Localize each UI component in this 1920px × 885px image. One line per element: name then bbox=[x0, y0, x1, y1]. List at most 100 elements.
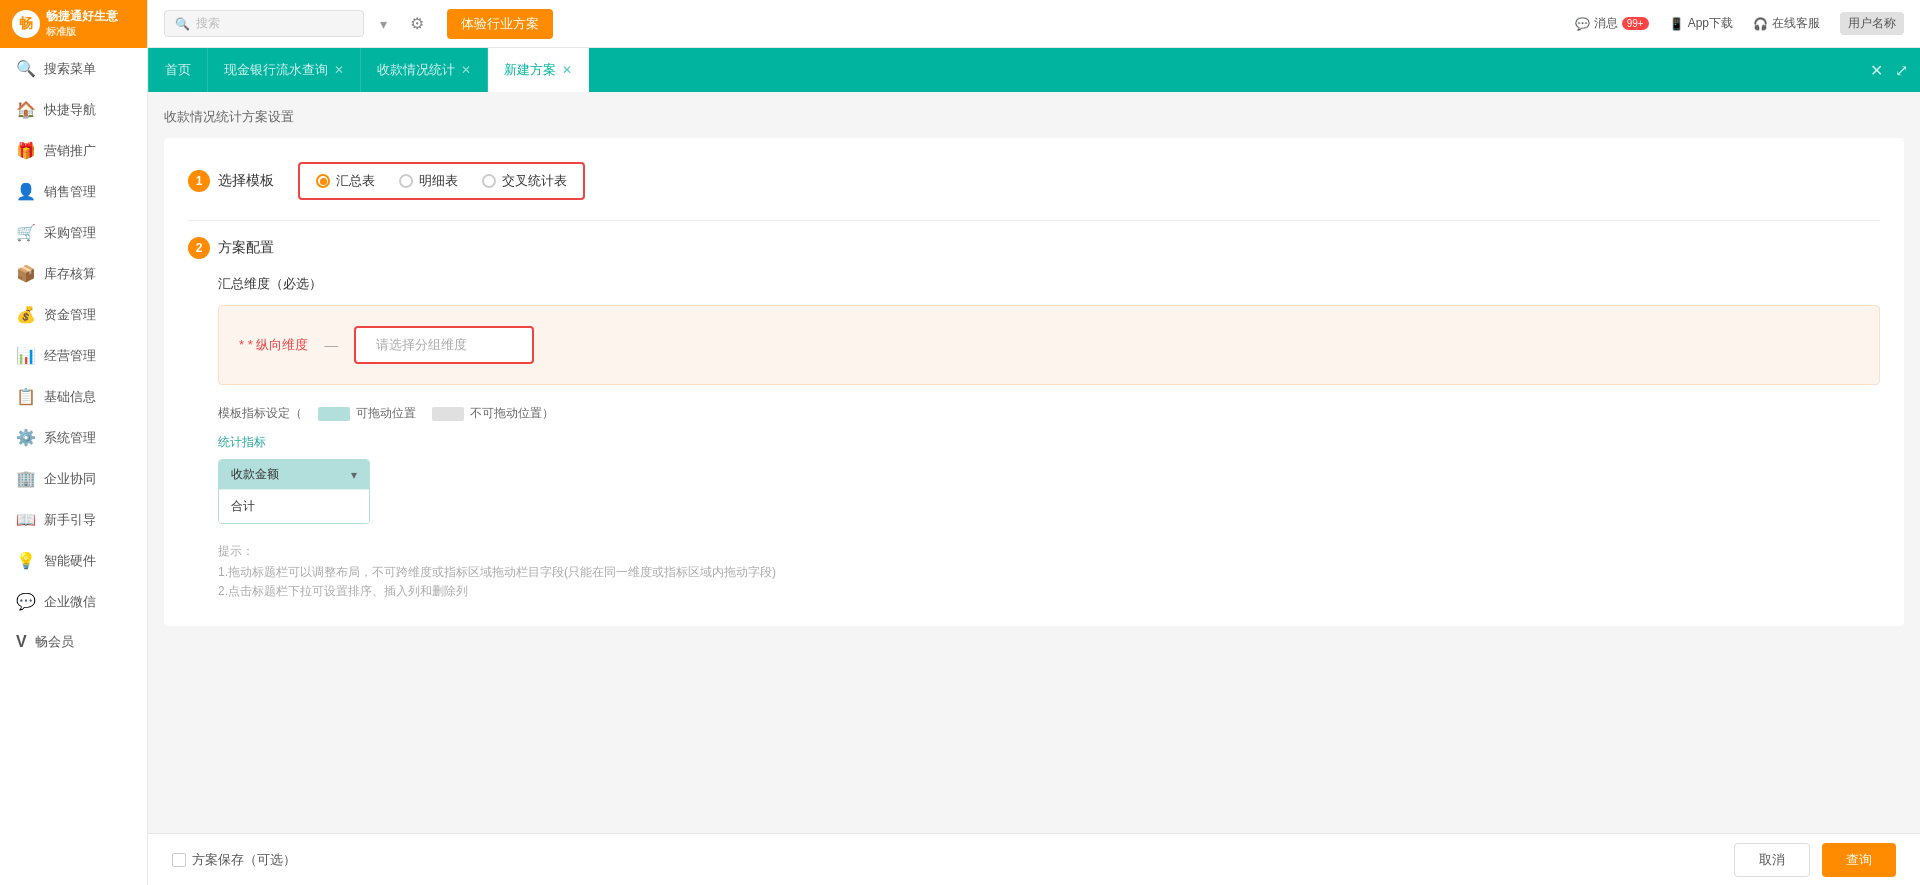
radio-summary[interactable]: 汇总表 bbox=[316, 172, 375, 190]
arrow-icon: — bbox=[324, 337, 338, 353]
sidebar-label-system: 系统管理 bbox=[44, 429, 96, 447]
tab-collection-stats-label: 收款情况统计 bbox=[377, 61, 455, 79]
dimension-select[interactable]: 请选择分组维度 bbox=[354, 326, 534, 364]
indicator-col-label: 收款金额 bbox=[231, 466, 279, 483]
indicator-section: 模板指标设定（ 可拖动位置 不可拖动位置） 统计指标 收款 bbox=[218, 405, 1880, 527]
home-icon: 🏠 bbox=[16, 100, 36, 119]
tab-new-plan-close[interactable]: ✕ bbox=[562, 63, 572, 77]
radio-cross-btn[interactable] bbox=[482, 174, 496, 188]
indicator-table: 收款金额 ▾ 合计 bbox=[218, 459, 370, 524]
radio-detail-btn[interactable] bbox=[399, 174, 413, 188]
sidebar-item-wechat[interactable]: 💬 企业微信 bbox=[0, 581, 147, 622]
cancel-button[interactable]: 取消 bbox=[1734, 843, 1810, 877]
download-btn[interactable]: 📱 App下载 bbox=[1669, 15, 1733, 32]
tab-home-label: 首页 bbox=[165, 61, 191, 79]
wechat-icon: 💬 bbox=[16, 592, 36, 611]
topbar: 🔍 搜索 ▾ ⚙ 体验行业方案 💬 消息 99+ 📱 App下载 🎧 在线客服 … bbox=[148, 0, 1920, 48]
sidebar-item-smart-hw[interactable]: 💡 智能硬件 bbox=[0, 540, 147, 581]
sidebar-label-enterprise: 企业协同 bbox=[44, 470, 96, 488]
money-icon: 💰 bbox=[16, 305, 36, 324]
sidebar-item-inventory[interactable]: 📦 库存核算 bbox=[0, 253, 147, 294]
indicator-settings-title: 模板指标设定（ bbox=[218, 405, 302, 422]
save-checkbox[interactable] bbox=[172, 853, 186, 867]
industry-btn[interactable]: 体验行业方案 bbox=[447, 9, 553, 39]
sidebar-item-system[interactable]: ⚙️ 系统管理 bbox=[0, 417, 147, 458]
tab-bank-flow[interactable]: 现金银行流水查询 ✕ bbox=[208, 48, 361, 92]
radio-cross[interactable]: 交叉统计表 bbox=[482, 172, 567, 190]
radio-detail[interactable]: 明细表 bbox=[399, 172, 458, 190]
tab-bank-flow-close[interactable]: ✕ bbox=[334, 63, 344, 77]
hint1: 1.拖动标题栏可以调整布局，不可跨维度或指标区域拖动栏目字段(只能在同一维度或指… bbox=[218, 564, 1880, 581]
step1-badge: 1 bbox=[188, 170, 210, 192]
msg-btn[interactable]: 💬 消息 99+ bbox=[1575, 15, 1649, 32]
gift-icon: 🎁 bbox=[16, 141, 36, 160]
download-icon: 📱 bbox=[1669, 17, 1684, 31]
radio-cross-label: 交叉统计表 bbox=[502, 172, 567, 190]
sidebar-item-operation[interactable]: 📊 经营管理 bbox=[0, 335, 147, 376]
logo-icon: 畅 bbox=[12, 10, 40, 38]
user-icon: 👤 bbox=[16, 182, 36, 201]
indicator-dropdown-icon[interactable]: ▾ bbox=[351, 468, 357, 482]
sidebar-label-operation: 经营管理 bbox=[44, 347, 96, 365]
sidebar: 畅 畅捷通好生意 标准版 🔍 搜索菜单 🏠 快捷导航 🎁 营销推广 👤 销售管理… bbox=[0, 0, 148, 885]
indicator-cell-total: 合计 bbox=[219, 489, 369, 523]
fixed-label: 不可拖动位置） bbox=[470, 405, 554, 422]
sidebar-item-enterprise[interactable]: 🏢 企业协同 bbox=[0, 458, 147, 499]
tab-new-plan-label: 新建方案 bbox=[504, 61, 556, 79]
sidebar-item-search[interactable]: 🔍 搜索菜单 bbox=[0, 48, 147, 89]
logo-name: 畅捷通好生意 bbox=[46, 9, 118, 25]
indicator-header[interactable]: 收款金额 ▾ bbox=[219, 460, 369, 489]
service-btn[interactable]: 🎧 在线客服 bbox=[1753, 15, 1820, 32]
sidebar-label-inventory: 库存核算 bbox=[44, 265, 96, 283]
search-box[interactable]: 🔍 搜索 bbox=[164, 10, 364, 37]
sidebar-label-quick-nav: 快捷导航 bbox=[44, 101, 96, 119]
sidebar-item-sales[interactable]: 👤 销售管理 bbox=[0, 171, 147, 212]
chart-icon: 📊 bbox=[16, 346, 36, 365]
sidebar-item-basic-info[interactable]: 📋 基础信息 bbox=[0, 376, 147, 417]
tab-collection-stats-close[interactable]: ✕ bbox=[461, 63, 471, 77]
user-display[interactable]: 用户名称 bbox=[1840, 12, 1904, 35]
query-button[interactable]: 查询 bbox=[1822, 843, 1896, 877]
enterprise-icon: 🏢 bbox=[16, 469, 36, 488]
tab-bank-flow-label: 现金银行流水查询 bbox=[224, 61, 328, 79]
tab-collection-stats[interactable]: 收款情况统计 ✕ bbox=[361, 48, 488, 92]
sidebar-item-purchase[interactable]: 🛒 采购管理 bbox=[0, 212, 147, 253]
indicator-legend: 模板指标设定（ 可拖动位置 不可拖动位置） bbox=[218, 405, 1880, 422]
sidebar-item-quick-nav[interactable]: 🏠 快捷导航 bbox=[0, 89, 147, 130]
radio-summary-btn[interactable] bbox=[316, 174, 330, 188]
template-radio-group: 汇总表 明细表 交叉统计表 bbox=[298, 162, 585, 200]
topbar-right: 💬 消息 99+ 📱 App下载 🎧 在线客服 用户名称 bbox=[1575, 12, 1904, 35]
gear-icon: ⚙️ bbox=[16, 428, 36, 447]
legend-draggable: 可拖动位置 bbox=[318, 405, 416, 422]
sidebar-item-marketing[interactable]: 🎁 营销推广 bbox=[0, 130, 147, 171]
hint2: 2.点击标题栏下拉可设置排序、插入列和删除列 bbox=[218, 583, 1880, 600]
sidebar-label-guide: 新手引导 bbox=[44, 511, 96, 529]
step1-row: 1 选择模板 汇总表 明细表 交叉统计表 bbox=[188, 162, 1880, 200]
tab-maximize-btn[interactable]: ⤢ bbox=[1895, 61, 1908, 80]
main-card: 1 选择模板 汇总表 明细表 交叉统计表 bbox=[164, 138, 1904, 626]
tab-close-all-btn[interactable]: ✕ bbox=[1870, 61, 1883, 80]
book-icon: 📖 bbox=[16, 510, 36, 529]
step2-row: 2 方案配置 bbox=[188, 237, 1880, 259]
sidebar-item-capital[interactable]: 💰 资金管理 bbox=[0, 294, 147, 335]
sidebar-label-capital: 资金管理 bbox=[44, 306, 96, 324]
step2-label: 方案配置 bbox=[218, 239, 274, 257]
sidebar-label-wechat: 企业微信 bbox=[44, 593, 96, 611]
msg-icon: 💬 bbox=[1575, 17, 1590, 31]
sidebar-logo: 畅 畅捷通好生意 标准版 bbox=[0, 0, 147, 48]
tab-new-plan[interactable]: 新建方案 ✕ bbox=[488, 48, 589, 92]
save-option[interactable]: 方案保存（可选） bbox=[172, 851, 296, 869]
sidebar-item-guide[interactable]: 📖 新手引导 bbox=[0, 499, 147, 540]
tab-home[interactable]: 首页 bbox=[148, 48, 208, 92]
sidebar-label-basic-info: 基础信息 bbox=[44, 388, 96, 406]
download-label: App下载 bbox=[1688, 15, 1733, 32]
sidebar-item-member[interactable]: V 畅会员 bbox=[0, 622, 147, 662]
topbar-settings-btn[interactable]: ⚙ bbox=[403, 10, 431, 38]
step1-label: 选择模板 bbox=[218, 172, 274, 190]
tabbar: 首页 现金银行流水查询 ✕ 收款情况统计 ✕ 新建方案 ✕ ✕ ⤢ bbox=[148, 48, 1920, 92]
vertical-dimension-text: * 纵向维度 bbox=[248, 337, 309, 352]
topbar-dropdown-icon[interactable]: ▾ bbox=[380, 16, 387, 32]
dimension-row: * * 纵向维度 — 请选择分组维度 bbox=[239, 326, 1859, 364]
sidebar-label-purchase: 采购管理 bbox=[44, 224, 96, 242]
divider1 bbox=[188, 220, 1880, 221]
